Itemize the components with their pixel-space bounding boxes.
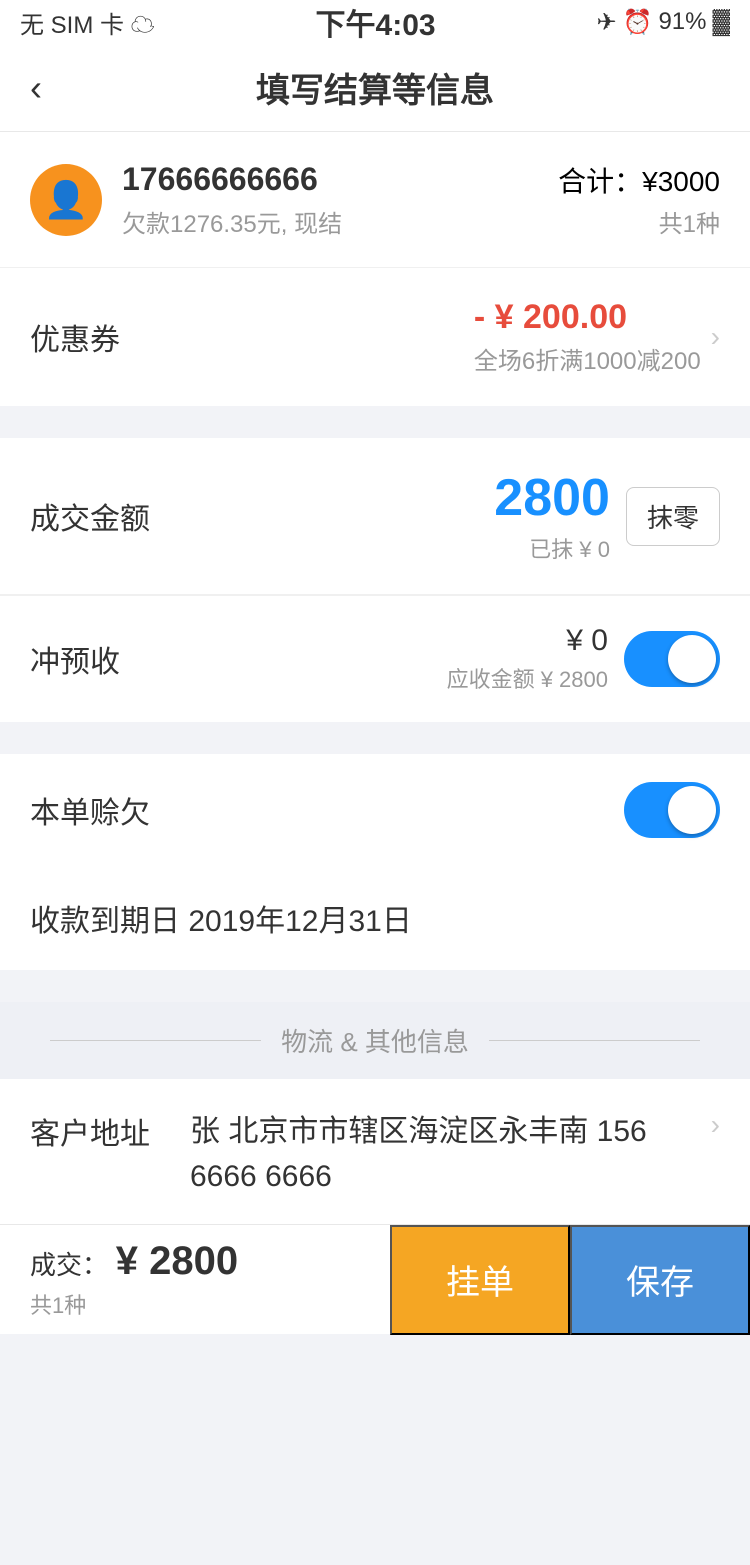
nav-bar: ‹ 填写结算等信息 (0, 44, 750, 132)
avatar-icon: 👤 (44, 179, 89, 221)
address-row[interactable]: 客户地址 张 北京市市辖区海淀区永丰南 156 6666 6666 › (0, 1079, 750, 1229)
coupon-desc: 全场6折满1000减200 (474, 341, 701, 376)
battery-icon: ▓ (712, 8, 730, 36)
user-left: 👤 17666666666 欠款1276.35元, 现结 (30, 161, 342, 239)
debt-toggle-knob (668, 786, 716, 834)
status-right: ✈ ⏰ 91% ▓ (596, 8, 730, 37)
user-row: 👤 17666666666 欠款1276.35元, 现结 合计：¥3000 共1… (0, 132, 750, 267)
due-date-value: 2019年12月31日 (188, 905, 411, 938)
precharge-label: 冲预收 (30, 637, 120, 681)
chevron-right-icon: › (711, 321, 720, 353)
user-phone: 17666666666 (122, 161, 342, 198)
address-label: 客户地址 (30, 1109, 150, 1153)
location-icon: ✈ (596, 8, 616, 37)
precharge-toggle[interactable] (624, 631, 720, 687)
amount-right: 2800 已抹 ¥ 0 抹零 (494, 468, 720, 564)
debt-toggle[interactable] (624, 782, 720, 838)
alarm-icon: ⏰ (623, 8, 653, 37)
address-right: › (711, 1109, 720, 1141)
separator-1 (0, 422, 750, 438)
hold-button[interactable]: 挂单 (390, 1225, 570, 1335)
battery-label: 91% (658, 8, 706, 36)
coupon-amount: - ¥ 200.00 (474, 298, 701, 337)
total-label: 合计： (558, 166, 642, 197)
status-bar: 无 SIM 卡 ☁ 下午4:03 ✈ ⏰ 91% ▓ (0, 0, 750, 44)
debt-label: 本单赊欠 (30, 788, 150, 832)
logistics-divider: 物流 & 其他信息 (0, 1002, 750, 1079)
amount-row: 成交金额 2800 已抹 ¥ 0 抹零 (0, 438, 750, 595)
sim-label: 无 SIM 卡 ☁ (20, 5, 155, 40)
precharge-sub: 应收金额 ¥ 2800 (447, 662, 608, 694)
status-left: 无 SIM 卡 ☁ (20, 5, 155, 40)
coupon-label: 优惠券 (30, 315, 120, 359)
total-count: 共1种 (558, 204, 720, 239)
logistics-label: 物流 & 其他信息 (281, 1022, 469, 1059)
avatar: 👤 (30, 164, 102, 236)
bottom-info: 成交： ¥ 2800 共1种 (0, 1239, 390, 1320)
coupon-row[interactable]: 优惠券 - ¥ 200.00 全场6折满1000减200 › (0, 267, 750, 406)
user-right: 合计：¥3000 共1种 (558, 160, 720, 239)
address-value: 张 北京市市辖区海淀区永丰南 156 6666 6666 (190, 1109, 691, 1199)
bottom-count: 共1种 (30, 1288, 360, 1320)
bottom-deal-label: 成交： (30, 1250, 108, 1280)
precharge-row: 冲预收 ¥ 0 应收金额 ¥ 2800 (0, 595, 750, 722)
separator-2 (0, 738, 750, 754)
bottom-deal-row: 成交： ¥ 2800 (30, 1239, 360, 1284)
total-label-amount: 合计：¥3000 (558, 160, 720, 200)
transaction-amount: 2800 (494, 468, 610, 528)
debt-card: 本单赊欠 收款到期日 2019年12月31日 (0, 754, 750, 970)
bottom-amount: ¥ 2800 (116, 1239, 238, 1283)
coupon-right: - ¥ 200.00 全场6折满1000减200 › (474, 298, 720, 376)
save-button[interactable]: 保存 (570, 1225, 750, 1335)
round-button[interactable]: 抹零 (626, 487, 720, 546)
address-card: 客户地址 张 北京市市辖区海淀区永丰南 156 6666 6666 › (0, 1079, 750, 1229)
status-time: 下午4:03 (316, 0, 436, 44)
transaction-label: 成交金额 (30, 494, 150, 538)
due-date-row: 收款到期日 2019年12月31日 (0, 866, 750, 970)
transaction-sub: 已抹 ¥ 0 (494, 532, 610, 564)
precharge-toggle-knob (668, 635, 716, 683)
due-date-label: 收款到期日 (30, 905, 180, 938)
user-card: 👤 17666666666 欠款1276.35元, 现结 合计：¥3000 共1… (0, 132, 750, 406)
total-amount: ¥3000 (642, 166, 720, 197)
address-chevron-icon: › (711, 1109, 720, 1141)
user-info: 17666666666 欠款1276.35元, 现结 (122, 161, 342, 239)
page-title: 填写结算等信息 (256, 63, 494, 112)
precharge-info: ¥ 0 应收金额 ¥ 2800 (447, 624, 608, 694)
bottom-bar: 成交： ¥ 2800 共1种 挂单 保存 (0, 1224, 750, 1334)
user-sub: 欠款1276.35元, 现结 (122, 204, 342, 239)
back-button[interactable]: ‹ (30, 67, 42, 109)
precharge-amount: ¥ 0 (447, 624, 608, 658)
transaction-card: 成交金额 2800 已抹 ¥ 0 抹零 冲预收 ¥ 0 应收金额 ¥ 2800 (0, 438, 750, 722)
precharge-right: ¥ 0 应收金额 ¥ 2800 (447, 624, 720, 694)
debt-row: 本单赊欠 (0, 754, 750, 866)
content: 👤 17666666666 欠款1276.35元, 现结 合计：¥3000 共1… (0, 132, 750, 1565)
separator-3 (0, 986, 750, 1002)
